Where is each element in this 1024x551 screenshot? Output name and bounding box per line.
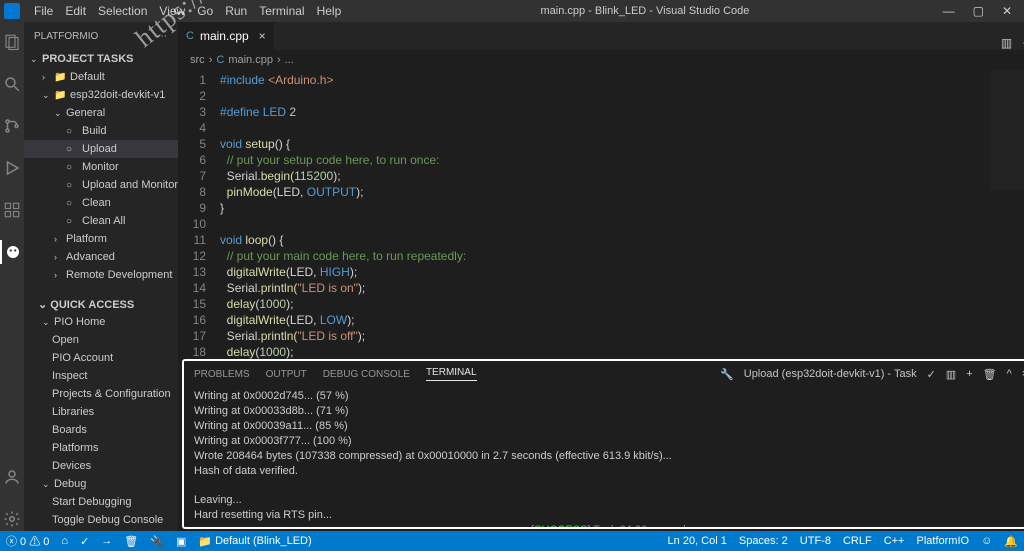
sb-pio-home-icon[interactable]: ⌂ — [55, 535, 74, 547]
qa-open[interactable]: Open — [24, 331, 178, 349]
sidebar-title: PLATFORMIO — [34, 31, 98, 42]
task-check-icon: ✓ — [927, 368, 936, 381]
sb-upload-icon[interactable]: → — [95, 535, 118, 547]
maximize-icon[interactable]: ▢ — [973, 4, 984, 18]
tree-remote[interactable]: ›Remote Development — [24, 266, 178, 284]
qa-debug[interactable]: ⌄Debug — [24, 475, 178, 493]
sb-bell-icon[interactable]: 🔔 — [998, 535, 1024, 548]
sb-build-icon[interactable]: ✓ — [74, 535, 95, 548]
sb-platformio[interactable]: PlatformIO — [910, 535, 975, 547]
search-icon[interactable] — [0, 72, 24, 96]
wrench-icon: 🔧 — [720, 368, 734, 381]
line-numbers: 1234567891011121314151617181920 — [178, 70, 220, 359]
platformio-icon[interactable] — [0, 240, 24, 264]
menu-file[interactable]: File — [28, 4, 59, 18]
account-icon[interactable] — [0, 465, 24, 489]
new-terminal-icon[interactable]: + — [966, 368, 972, 380]
qa-projects[interactable]: Projects & Configuration — [24, 385, 178, 403]
sb-indent[interactable]: Spaces: 2 — [733, 535, 794, 547]
tree-advanced[interactable]: ›Advanced — [24, 248, 178, 266]
sb-terminal-icon[interactable]: ▣ — [170, 535, 192, 548]
tree-general[interactable]: ⌄General — [24, 104, 178, 122]
qa-updates[interactable]: ⌄Updates — [24, 529, 178, 531]
tree-clean[interactable]: ○Clean — [24, 194, 178, 212]
extensions-icon[interactable] — [0, 198, 24, 222]
source-control-icon[interactable] — [0, 114, 24, 138]
window-title: main.cpp - Blink_LED - Visual Studio Cod… — [347, 5, 942, 17]
explorer-icon[interactable] — [0, 30, 24, 54]
tree-board[interactable]: ⌄📁esp32doit-devkit-v1 — [24, 86, 178, 104]
split-terminal-icon[interactable]: ▥ — [946, 368, 956, 381]
sb-cursor-pos[interactable]: Ln 20, Col 1 — [662, 535, 733, 547]
qa-platforms[interactable]: Platforms — [24, 439, 178, 457]
menu-run[interactable]: Run — [219, 4, 253, 18]
terminal-output[interactable]: Writing at 0x0002d745... (57 %) Writing … — [184, 387, 1024, 527]
tree-upload[interactable]: ○Upload — [24, 140, 178, 158]
sb-env-switcher[interactable]: 📁 Default (Blink_LED) — [192, 535, 317, 548]
menu-edit[interactable]: Edit — [59, 4, 92, 18]
qa-libraries[interactable]: Libraries — [24, 403, 178, 421]
tab-filename: main.cpp — [200, 29, 249, 43]
minimap[interactable] — [990, 70, 1024, 190]
panel-tab-output[interactable]: OUTPUT — [266, 369, 307, 380]
sb-errors[interactable]: ⓧ 0 ⚠ 0 — [0, 533, 55, 549]
panel-tab-terminal[interactable]: TERMINAL — [426, 367, 477, 381]
sidebar: PLATFORMIO ⋯ ⌄PROJECT TASKS ›📁Default ⌄📁… — [24, 22, 178, 531]
menu-selection[interactable]: Selection — [92, 4, 153, 18]
menu-help[interactable]: Help — [311, 4, 348, 18]
editor-area: C main.cpp × ▥ ⋯ src› Cmain.cpp› ... 123… — [178, 22, 1024, 531]
tree-default[interactable]: ›📁Default — [24, 68, 178, 86]
sb-clean-icon[interactable]: 🗑 — [118, 535, 144, 548]
qa-inspect[interactable]: Inspect — [24, 367, 178, 385]
project-tasks-section[interactable]: ⌄PROJECT TASKS — [24, 50, 178, 68]
tab-close-icon[interactable]: × — [259, 29, 266, 43]
qa-toggle-debug[interactable]: Toggle Debug Console — [24, 511, 178, 529]
panel-tab-debug[interactable]: DEBUG CONSOLE — [323, 369, 410, 380]
qa-pio-home[interactable]: ⌄PIO Home — [24, 313, 178, 331]
qa-boards[interactable]: Boards — [24, 421, 178, 439]
sidebar-more-icon[interactable]: ⋯ — [157, 31, 168, 42]
sb-language[interactable]: C++ — [878, 535, 911, 547]
maximize-panel-icon[interactable]: ^ — [1007, 368, 1012, 380]
task-label[interactable]: Upload (esp32doit-devkit-v1) - Task — [744, 368, 917, 380]
terminal-panel: PROBLEMS OUTPUT DEBUG CONSOLE TERMINAL 🔧… — [182, 359, 1024, 529]
quick-access-section[interactable]: ⌄ QUICK ACCESS — [24, 294, 178, 313]
minimize-icon[interactable]: — — [943, 4, 955, 18]
tree-platform[interactable]: ›Platform — [24, 230, 178, 248]
tree-clean-all[interactable]: ○Clean All — [24, 212, 178, 230]
sb-encoding[interactable]: UTF-8 — [794, 535, 837, 547]
menu-go[interactable]: Go — [191, 4, 219, 18]
menubar: File Edit Selection View Go Run Terminal… — [0, 0, 1024, 22]
sb-monitor-icon[interactable]: 🔌 — [144, 535, 170, 548]
menu-view[interactable]: View — [153, 4, 191, 18]
activitybar — [0, 22, 24, 531]
breadcrumb[interactable]: src› Cmain.cpp› ... — [178, 50, 1024, 70]
menu-terminal[interactable]: Terminal — [253, 4, 310, 18]
sb-eol[interactable]: CRLF — [837, 535, 878, 547]
tree-monitor[interactable]: ○Monitor — [24, 158, 178, 176]
qa-start-debugging[interactable]: Start Debugging — [24, 493, 178, 511]
close-icon[interactable]: ✕ — [1002, 4, 1012, 18]
code-content[interactable]: #include <Arduino.h> #define LED 2 void … — [220, 70, 1024, 359]
tree-upload-monitor[interactable]: ○Upload and Monitor — [24, 176, 178, 194]
cpp-file-icon: C — [186, 30, 194, 42]
tab-main-cpp[interactable]: C main.cpp × — [178, 22, 274, 50]
settings-icon[interactable] — [0, 507, 24, 531]
qa-account[interactable]: PIO Account — [24, 349, 178, 367]
sb-feedback-icon[interactable]: ☺ — [975, 535, 998, 547]
vscode-icon — [4, 3, 20, 19]
statusbar: ⓧ 0 ⚠ 0 ⌂ ✓ → 🗑 🔌 ▣ 📁 Default (Blink_LED… — [0, 531, 1024, 551]
tabbar: C main.cpp × ▥ ⋯ — [178, 22, 1024, 50]
tree-build[interactable]: ○Build — [24, 122, 178, 140]
qa-devices[interactable]: Devices — [24, 457, 178, 475]
panel-tab-problems[interactable]: PROBLEMS — [194, 369, 250, 380]
split-editor-icon[interactable]: ▥ — [1001, 36, 1012, 50]
kill-terminal-icon[interactable]: 🗑 — [983, 368, 997, 381]
code-editor[interactable]: 1234567891011121314151617181920 #include… — [178, 70, 1024, 359]
debug-icon[interactable] — [0, 156, 24, 180]
